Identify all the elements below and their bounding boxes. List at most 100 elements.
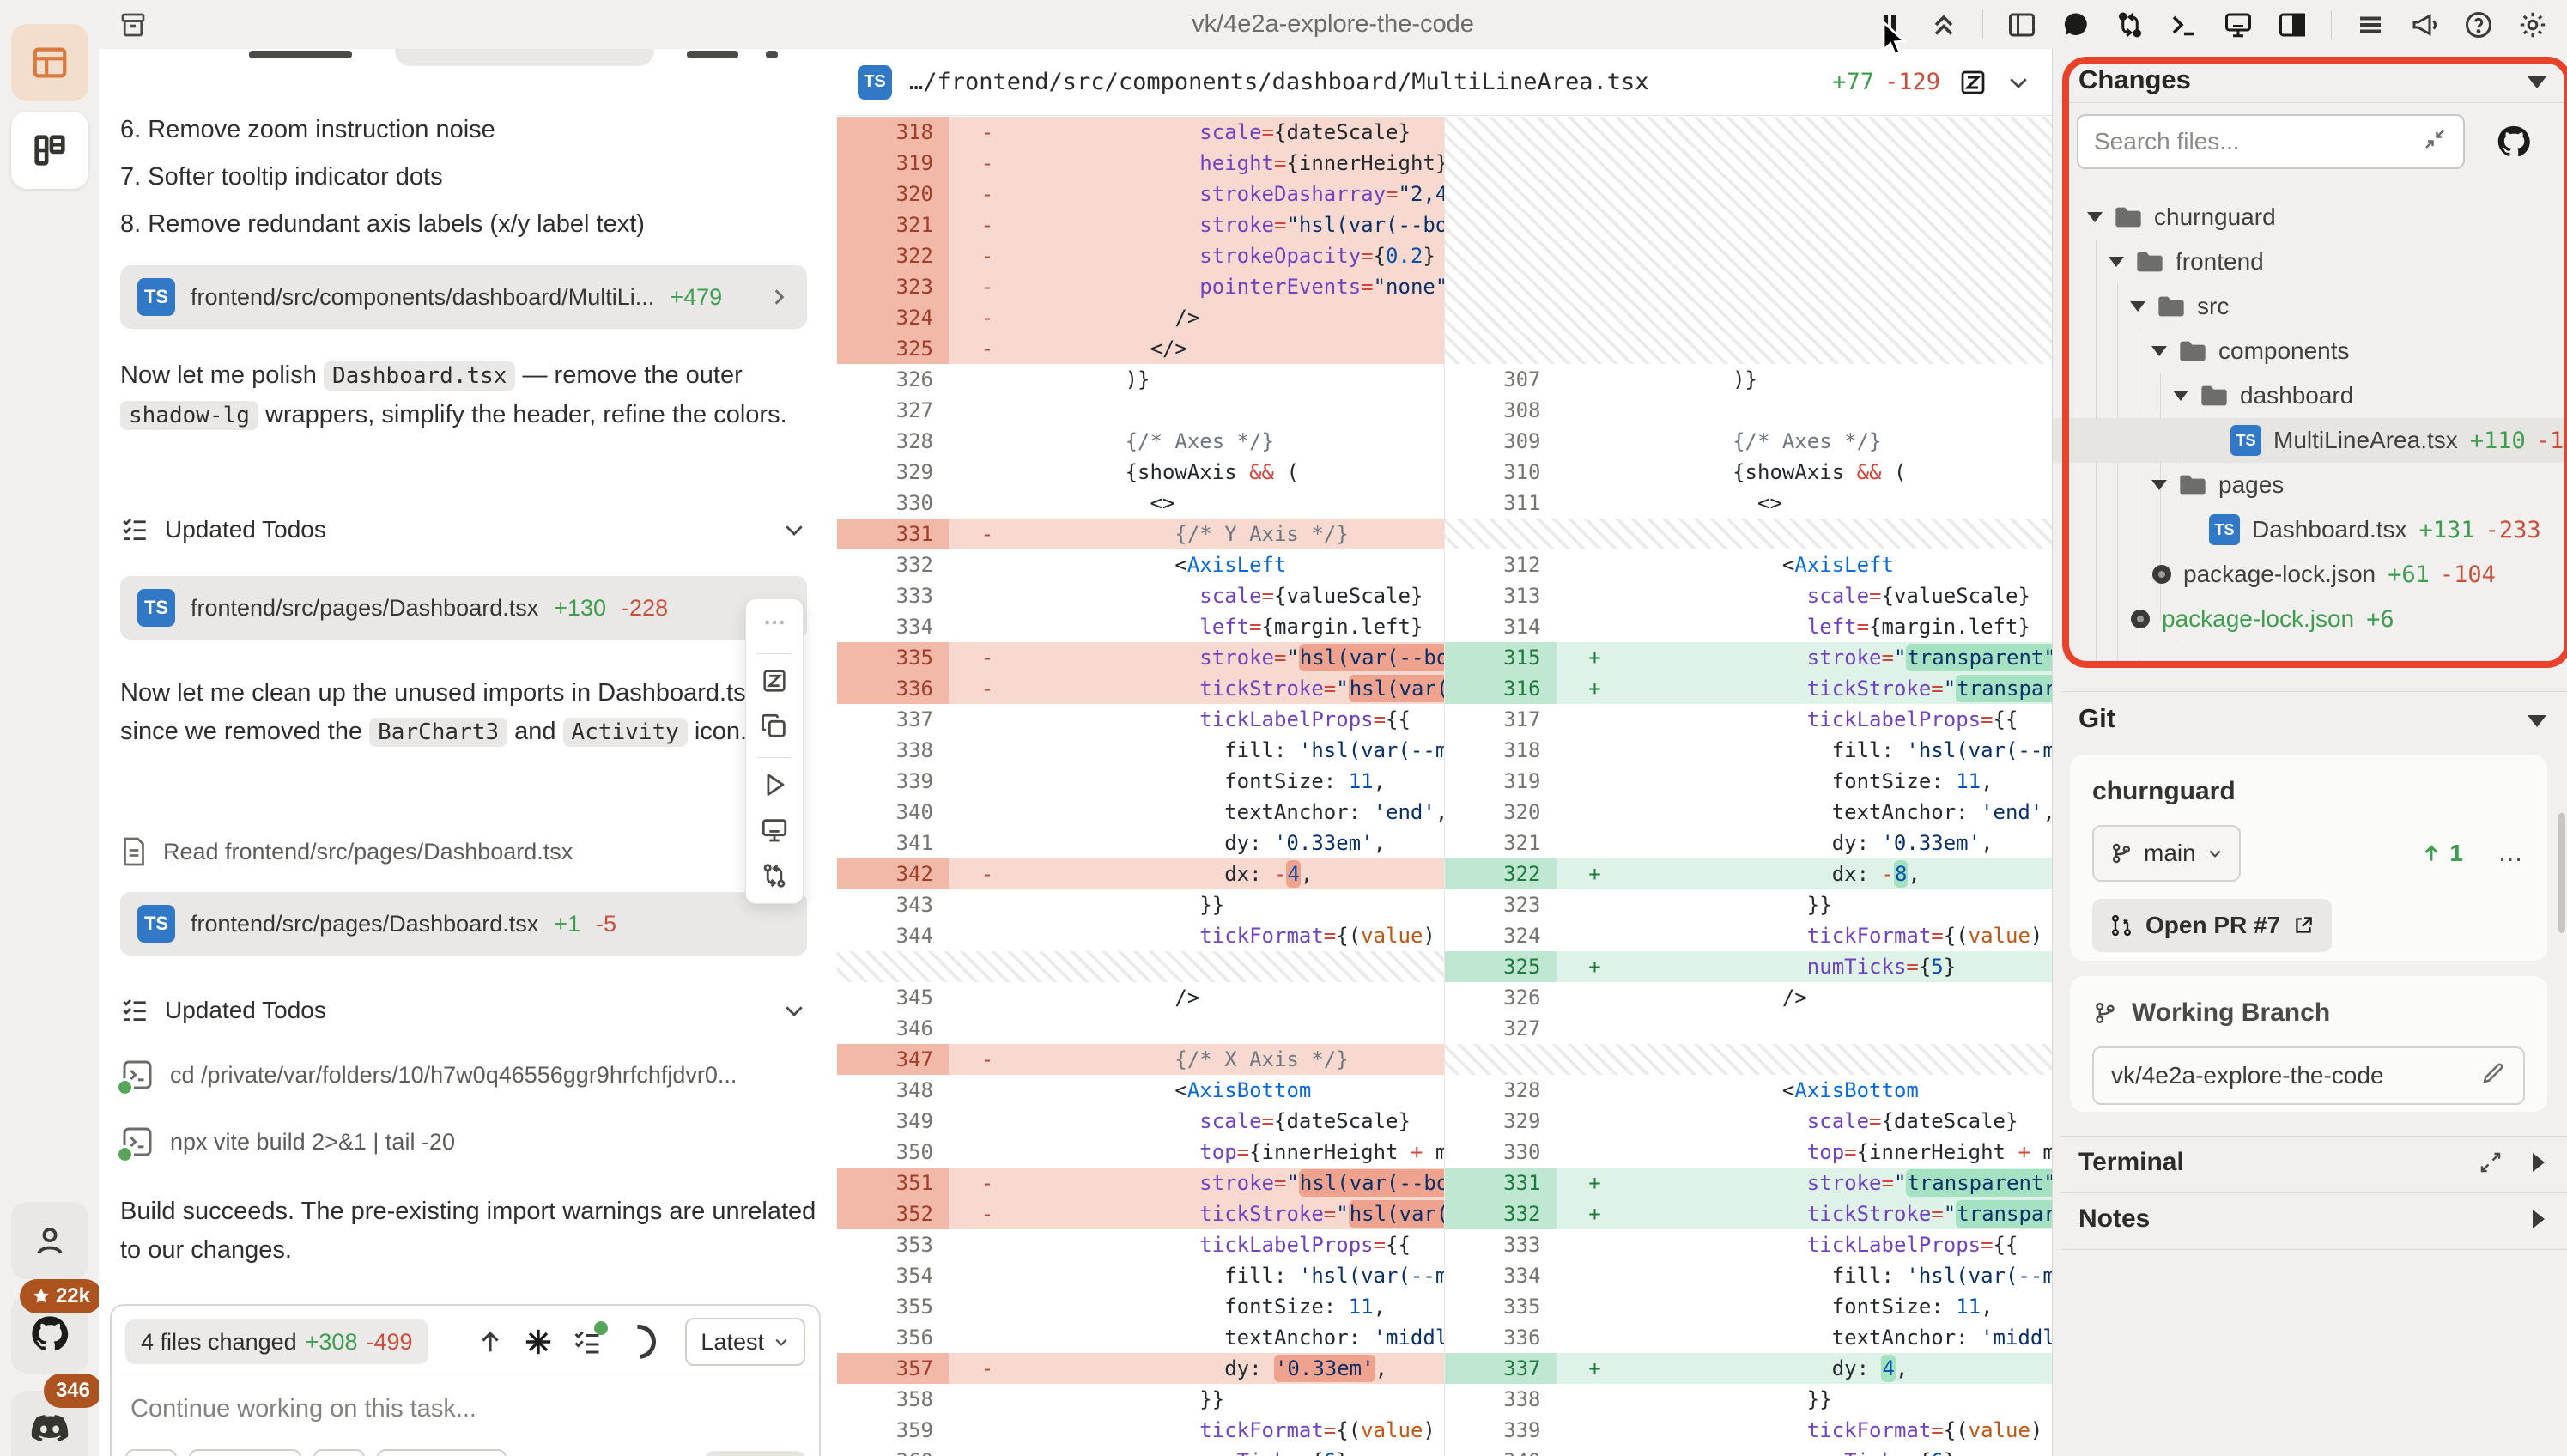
tree-item-components[interactable]: components	[2053, 329, 2567, 373]
search-files-input[interactable]: Search files...	[2077, 114, 2465, 169]
discord-link-button[interactable]: 346	[11, 1391, 88, 1456]
composer-input[interactable]: Continue working on this task...	[130, 1395, 476, 1423]
fast-forward-button[interactable]	[313, 1449, 365, 1456]
git-section-title: Git	[2078, 703, 2115, 734]
spark-icon[interactable]	[524, 1327, 553, 1356]
code-text: {/* X Axis */}	[1026, 1044, 1444, 1075]
chevron-down-icon[interactable]	[2006, 70, 2031, 95]
help-icon[interactable]	[2463, 9, 2494, 40]
mode-dropdown[interactable]: Default	[377, 1449, 507, 1456]
file-diff-chip[interactable]: TS frontend/src/pages/Dashboard.tsx +1 -…	[120, 892, 807, 956]
updated-todos-row[interactable]: Updated Todos	[120, 513, 807, 547]
diff-line: 318 fill: 'hsl(var(--muted-fo	[1445, 735, 2053, 766]
diff-sign	[949, 611, 1026, 642]
terminal-command-row[interactable]: npx vite build 2>&1 | tail -20	[120, 1122, 807, 1162]
tree-item-dashboard[interactable]: dashboard	[2053, 373, 2567, 418]
diff-line: 350 top={innerHeight + margin.top}	[837, 1137, 1444, 1168]
display-icon[interactable]	[760, 816, 789, 849]
profile-button[interactable]	[11, 1202, 88, 1279]
caret-down-icon[interactable]	[2151, 480, 2167, 490]
collapse-git-icon[interactable]	[2528, 715, 2546, 727]
collapse-tree-icon[interactable]	[2422, 126, 2448, 152]
expand-notes-section-icon[interactable]	[2533, 1210, 2545, 1228]
diff-line: 358 }}	[837, 1384, 1444, 1415]
expand-terminal-icon[interactable]	[2478, 1150, 2503, 1175]
diff-line: 354 fill: 'hsl(var(--muted-fo	[837, 1260, 1444, 1291]
collapse-changes-icon[interactable]	[2528, 76, 2546, 88]
chat-bubble-icon[interactable]	[2060, 9, 2091, 40]
caret-down-icon[interactable]	[2130, 301, 2145, 312]
tree-item-pages[interactable]: pages	[2053, 463, 2567, 507]
line-number: 328	[837, 426, 949, 457]
diff-line: 311 <>	[1445, 488, 2053, 519]
version-dropdown[interactable]: Latest	[685, 1318, 805, 1366]
diff-sign	[949, 1229, 1026, 1260]
settings-gear-icon[interactable]	[2517, 9, 2548, 40]
diff-line: 356 textAnchor: 'middle',	[837, 1322, 1444, 1353]
diff-sign	[1557, 426, 1634, 457]
working-branch-input[interactable]: vk/4e2a-explore-the-code	[2092, 1046, 2525, 1105]
display-icon[interactable]	[2223, 9, 2254, 40]
octocat-icon[interactable]	[2494, 123, 2534, 162]
diff-sign	[1557, 982, 1634, 1013]
megaphone-icon[interactable]	[2409, 9, 2440, 40]
tree-item-churnguard[interactable]: churnguard	[2053, 195, 2567, 240]
tree-item-package-lock-json[interactable]: package-lock.json+6	[2053, 597, 2567, 641]
files-changed-summary[interactable]: 4 files changed +308 -499	[125, 1320, 428, 1364]
base-branch-dropdown[interactable]: main	[2092, 825, 2241, 882]
line-number: 332	[837, 549, 949, 580]
tree-item-multilinearea-tsx[interactable]: TSMultiLineArea.tsx+110-162	[2053, 418, 2567, 463]
git-compare-icon[interactable]	[760, 861, 789, 895]
tree-item-src[interactable]: src	[2053, 284, 2567, 329]
collapse-up-icon[interactable]	[1928, 9, 1959, 40]
code-text: numTicks={6}	[1634, 1446, 2053, 1456]
updated-todos-row[interactable]: Updated Todos	[120, 993, 807, 1028]
file-diff-chip[interactable]: TS frontend/src/pages/Dashboard.tsx +130…	[120, 576, 807, 640]
diff-line: 328 {/* Axes */}	[837, 426, 1444, 457]
tree-item-package-lock-json[interactable]: package-lock.json+61-104	[2053, 552, 2567, 597]
file-diff-chip[interactable]: TS frontend/src/components/dashboard/Mul…	[120, 265, 807, 329]
terminal-icon[interactable]	[2169, 9, 2200, 40]
code-text: left={margin.left}	[1026, 611, 1444, 642]
terminal-command-row[interactable]: cd /private/var/folders/10/h7w0q46556ggr…	[120, 1055, 807, 1095]
caret-down-icon[interactable]	[2173, 391, 2188, 401]
inline-diff-toggle-icon[interactable]	[1957, 67, 1988, 98]
caret-down-icon[interactable]	[2109, 257, 2124, 267]
file-name: pages	[2218, 471, 2284, 499]
tree-item-frontend[interactable]: frontend	[2053, 240, 2567, 284]
github-link-button[interactable]: 22k	[11, 1296, 88, 1374]
code-text: }}	[1634, 1384, 2053, 1415]
diff-split-view[interactable]: 318- scale={dateScale}319- height={inner…	[837, 117, 2052, 1456]
send-button[interactable]: Send	[705, 1451, 805, 1456]
edit-pencil-icon[interactable]	[2480, 1060, 2506, 1086]
left-panel-icon[interactable]	[2006, 9, 2037, 40]
more-dots-icon[interactable]	[760, 608, 789, 641]
scroll-to-top-icon[interactable]	[476, 1327, 505, 1356]
git-compare-icon[interactable]	[2115, 9, 2145, 40]
menu-icon[interactable]	[2355, 9, 2386, 40]
inline-diff-icon[interactable]	[760, 666, 789, 700]
diff-sign	[949, 426, 1026, 457]
diff-line: 308	[1445, 395, 2053, 426]
line-number: 335	[1445, 1291, 1557, 1322]
expand-terminal-section-icon[interactable]	[2533, 1153, 2545, 1172]
kanban-board-button[interactable]	[11, 112, 88, 189]
read-file-row[interactable]: Read frontend/src/pages/Dashboard.tsx	[120, 832, 807, 871]
sidebar-scrollbar[interactable]	[2558, 813, 2565, 933]
settings-sliders-button[interactable]	[125, 1449, 177, 1456]
right-panel-icon[interactable]	[2277, 9, 2308, 40]
more-options-button[interactable]: …	[2497, 839, 2525, 868]
caret-down-icon[interactable]	[2151, 346, 2167, 356]
branch-icon	[2109, 841, 2133, 865]
diff-sign	[949, 395, 1026, 426]
diff-sign	[949, 1106, 1026, 1137]
workspace-layout-button[interactable]	[11, 24, 88, 101]
diff-file-header[interactable]: TS …/frontend/src/components/dashboard/M…	[837, 49, 2052, 116]
caret-down-icon[interactable]	[2087, 212, 2103, 222]
copy-icon[interactable]	[760, 712, 789, 745]
tree-item-dashboard-tsx[interactable]: TSDashboard.tsx+131-233	[2053, 507, 2567, 552]
open-pr-button[interactable]: Open PR #7	[2092, 899, 2332, 952]
archive-icon[interactable]	[114, 7, 152, 43]
model-dropdown[interactable]: Opus	[189, 1449, 301, 1456]
play-icon[interactable]	[760, 770, 789, 804]
